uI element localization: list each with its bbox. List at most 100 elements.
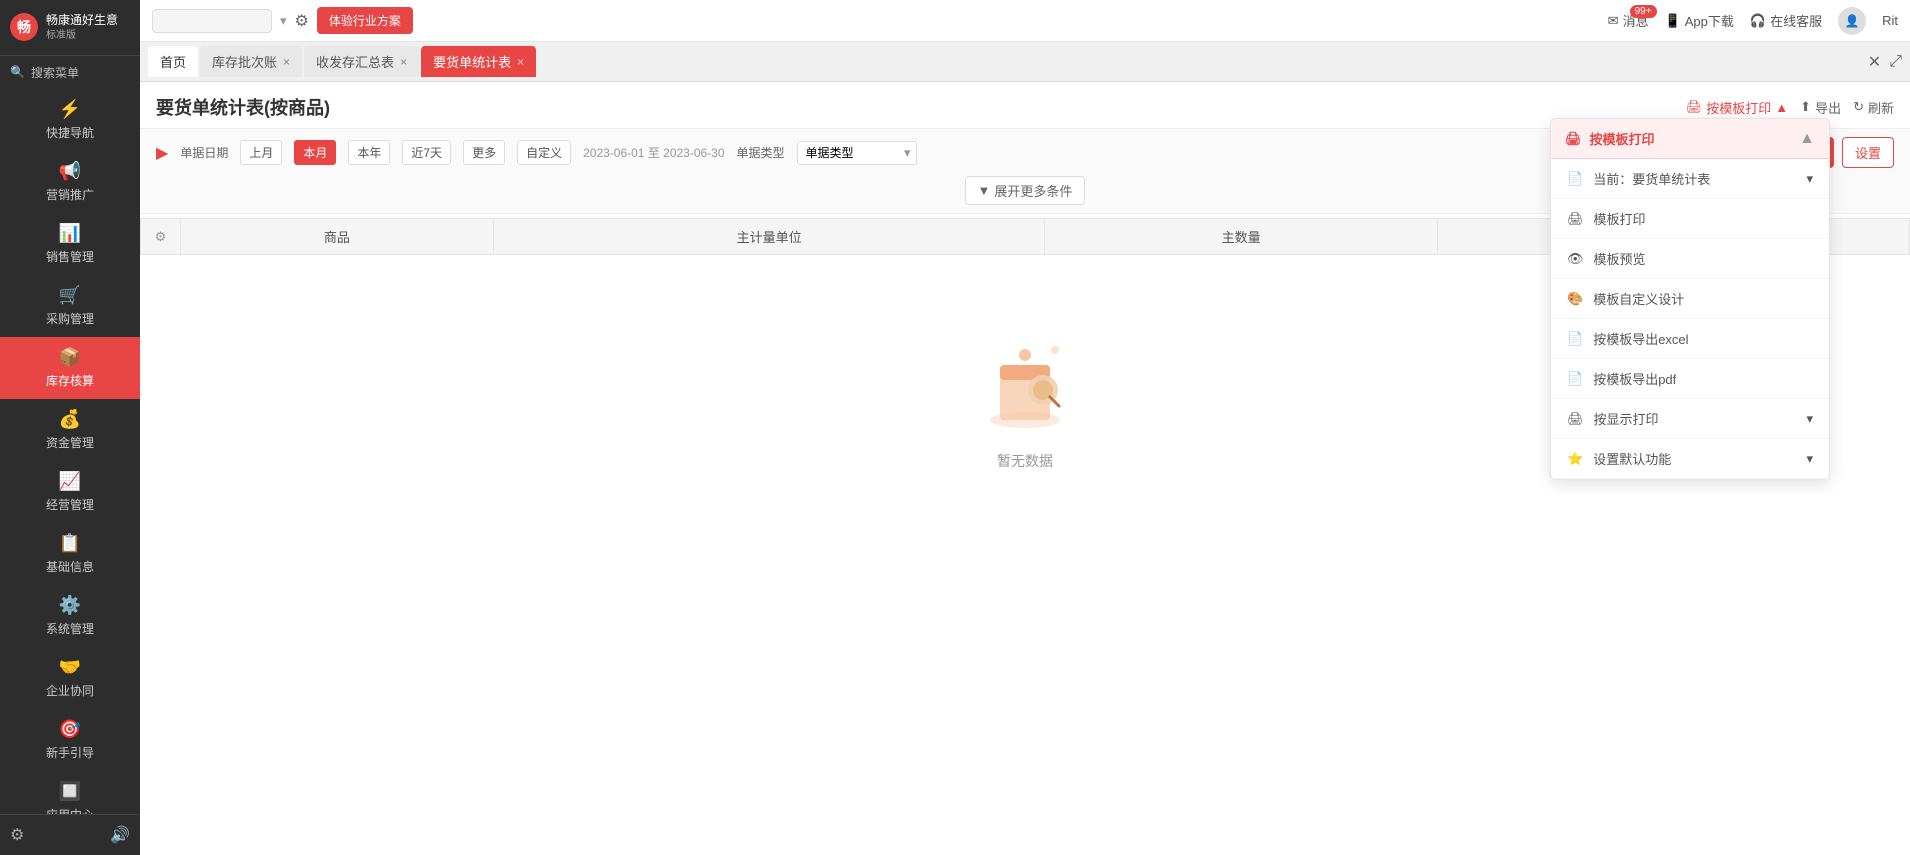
sidebar-item-label: 采购管理	[46, 310, 94, 327]
avatar[interactable]: 👤	[1838, 7, 1866, 35]
dropdown-export-pdf[interactable]: 📄 按模板导出pdf	[1551, 359, 1829, 399]
topbar-settings-icon[interactable]: ⚙	[295, 11, 309, 31]
sidebar-item-basic[interactable]: 📋 基础信息	[0, 523, 140, 585]
sidebar-item-sales[interactable]: 📊 销售管理	[0, 213, 140, 275]
finance-icon: 💰	[59, 409, 81, 430]
set-default-arrow: ▾	[1806, 451, 1813, 467]
export-excel-icon: 📄	[1567, 331, 1583, 347]
username[interactable]: Rit	[1882, 13, 1898, 28]
print-template-button[interactable]: 🖨 按模板打印 ▲	[1686, 98, 1788, 117]
dropdown-header-right: ▲	[1799, 130, 1815, 148]
date-label: 单据日期	[180, 144, 228, 161]
dropdown-current-template[interactable]: 📄 当前：要货单统计表 ▾	[1551, 159, 1829, 199]
display-print-label: 按显示打印	[1594, 409, 1659, 428]
date-last-7[interactable]: 近7天	[402, 140, 451, 165]
filter-expand-arrow[interactable]: ▶	[156, 143, 168, 163]
dropdown-display-print[interactable]: 🖨 按显示打印 ▾	[1551, 399, 1829, 439]
footer-audio-icon[interactable]: 🔊	[110, 825, 130, 845]
trial-button[interactable]: 体验行业方案	[317, 7, 413, 34]
tab-order-stats[interactable]: 要货单统计表 ×	[421, 46, 536, 77]
tab-inventory-batch-label: 库存批次账	[212, 52, 277, 71]
date-current-year[interactable]: 本年	[348, 140, 390, 165]
expand-label: 展开更多条件	[994, 181, 1072, 200]
export-icon: ⬆	[1800, 99, 1811, 115]
tabbar: 首页 库存批次账 × 收发存汇总表 × 要货单统计表 × ✕ ⤢	[140, 42, 1910, 82]
messages-button[interactable]: ✉ 消息 99+	[1608, 11, 1649, 30]
tab-collection-summary-label: 收发存汇总表	[316, 52, 394, 71]
system-icon: ⚙️	[59, 595, 81, 616]
sidebar-item-system[interactable]: ⚙️ 系统管理	[0, 585, 140, 647]
sidebar-search[interactable]: 🔍 搜索菜单	[0, 56, 140, 89]
tab-inventory-batch[interactable]: 库存批次账 ×	[200, 46, 302, 77]
sidebar-item-label: 应用中心	[46, 806, 94, 814]
table-settings-icon[interactable]: ⚙	[155, 229, 167, 244]
sidebar-item-collab[interactable]: 🤝 企业协同	[0, 647, 140, 709]
col-settings[interactable]: ⚙	[141, 219, 181, 255]
print-template-arrow: ▲	[1775, 100, 1788, 115]
basic-icon: 📋	[59, 533, 81, 554]
app-label: App下载	[1685, 11, 1734, 30]
sidebar-logo: 畅 畅康通好生意 标准版	[0, 0, 140, 56]
sidebar-item-apps[interactable]: 🔲 应用中心	[0, 771, 140, 814]
sidebar-item-inventory[interactable]: 📦 库存核算	[0, 337, 140, 399]
online-service-button[interactable]: 🎧 在线客服	[1750, 11, 1822, 30]
service-icon: 🎧	[1750, 13, 1766, 29]
operation-icon: 📈	[59, 471, 81, 492]
dropdown-collapse-arrow[interactable]: ▲	[1799, 130, 1815, 148]
sidebar-item-guide[interactable]: 🎯 新手引导	[0, 709, 140, 771]
col-unit: 主计量单位	[493, 219, 1045, 255]
footer-settings-icon[interactable]: ⚙	[10, 825, 24, 845]
sidebar-item-label: 新手引导	[46, 744, 94, 761]
topbar-search-input[interactable]	[152, 9, 272, 33]
tab-order-stats-close[interactable]: ×	[517, 55, 524, 69]
topbar: ▾ ⚙ 体验行业方案 ✉ 消息 99+ 📱 App下载 🎧 在线客服 👤 Rit	[140, 0, 1910, 42]
expand-conditions-button[interactable]: ▼ 展开更多条件	[965, 176, 1086, 205]
page-content: 要货单统计表(按商品) 🖨 按模板打印 ▲ ⬆ 导出 ↻ 刷新	[140, 82, 1910, 855]
display-print-arrow: ▾	[1806, 411, 1813, 427]
tab-order-stats-label: 要货单统计表	[433, 52, 511, 71]
sidebar-item-marketing[interactable]: 📢 营销推广	[0, 151, 140, 213]
app-icon: 📱	[1665, 13, 1681, 29]
sidebar-item-purchase[interactable]: 🛒 采购管理	[0, 275, 140, 337]
date-custom[interactable]: 自定义	[517, 140, 571, 165]
date-more[interactable]: 更多	[463, 140, 505, 165]
dropdown-template-design[interactable]: 🎨 模板自定义设计	[1551, 279, 1829, 319]
sidebar-item-label: 库存核算	[46, 372, 94, 389]
current-template-icon: 📄	[1567, 171, 1583, 187]
dropdown-print-icon: 🖨	[1565, 131, 1582, 147]
dropdown-template-print[interactable]: 🖨 模板打印	[1551, 199, 1829, 239]
refresh-label: 刷新	[1868, 98, 1894, 117]
template-print-icon: 🖨	[1567, 211, 1584, 227]
tab-collection-summary[interactable]: 收发存汇总表 ×	[304, 46, 419, 77]
col-quantity: 主数量	[1045, 219, 1437, 255]
dropdown-set-default-left: ⭐ 设置默认功能	[1567, 449, 1671, 468]
empty-text: 暂无数据	[997, 451, 1053, 471]
expand-icon: ▼	[978, 183, 991, 198]
topbar-dropdown-arrow[interactable]: ▾	[280, 13, 287, 29]
date-prev-month[interactable]: 上月	[240, 140, 282, 165]
tab-expand-icon[interactable]: ⤢	[1889, 53, 1902, 71]
settings-button[interactable]: 设置	[1842, 137, 1894, 168]
date-current-month[interactable]: 本月	[294, 140, 336, 165]
tab-inventory-batch-close[interactable]: ×	[283, 55, 290, 69]
print-template-dropdown: 🖨 按模板打印 ▲ 📄 当前：要货单统计表 ▾ 🖨 模板打印	[1550, 118, 1830, 480]
logo-icon: 畅	[10, 13, 38, 41]
dropdown-template-preview[interactable]: 👁 模板预览	[1551, 239, 1829, 279]
dropdown-export-excel[interactable]: 📄 按模板导出excel	[1551, 319, 1829, 359]
type-select[interactable]: 单据类型	[797, 141, 917, 165]
page-title: 要货单统计表(按商品)	[156, 94, 330, 120]
tab-home[interactable]: 首页	[148, 46, 198, 77]
tab-collection-summary-close[interactable]: ×	[400, 55, 407, 69]
refresh-button[interactable]: ↻ 刷新	[1853, 98, 1894, 117]
tab-close-all-icon[interactable]: ✕	[1868, 52, 1881, 72]
sidebar-item-quick-nav[interactable]: ⚡ 快捷导航	[0, 89, 140, 151]
export-label: 导出	[1815, 98, 1841, 117]
dropdown-set-default[interactable]: ⭐ 设置默认功能 ▾	[1551, 439, 1829, 479]
sidebar-item-finance[interactable]: 💰 资金管理	[0, 399, 140, 461]
purchase-icon: 🛒	[59, 285, 81, 306]
app-download-button[interactable]: 📱 App下载	[1665, 11, 1734, 30]
export-pdf-label: 按模板导出pdf	[1593, 369, 1676, 388]
export-button[interactable]: ⬆ 导出	[1800, 98, 1841, 117]
sidebar-item-label: 快捷导航	[46, 124, 94, 141]
sidebar-item-operation[interactable]: 📈 经营管理	[0, 461, 140, 523]
